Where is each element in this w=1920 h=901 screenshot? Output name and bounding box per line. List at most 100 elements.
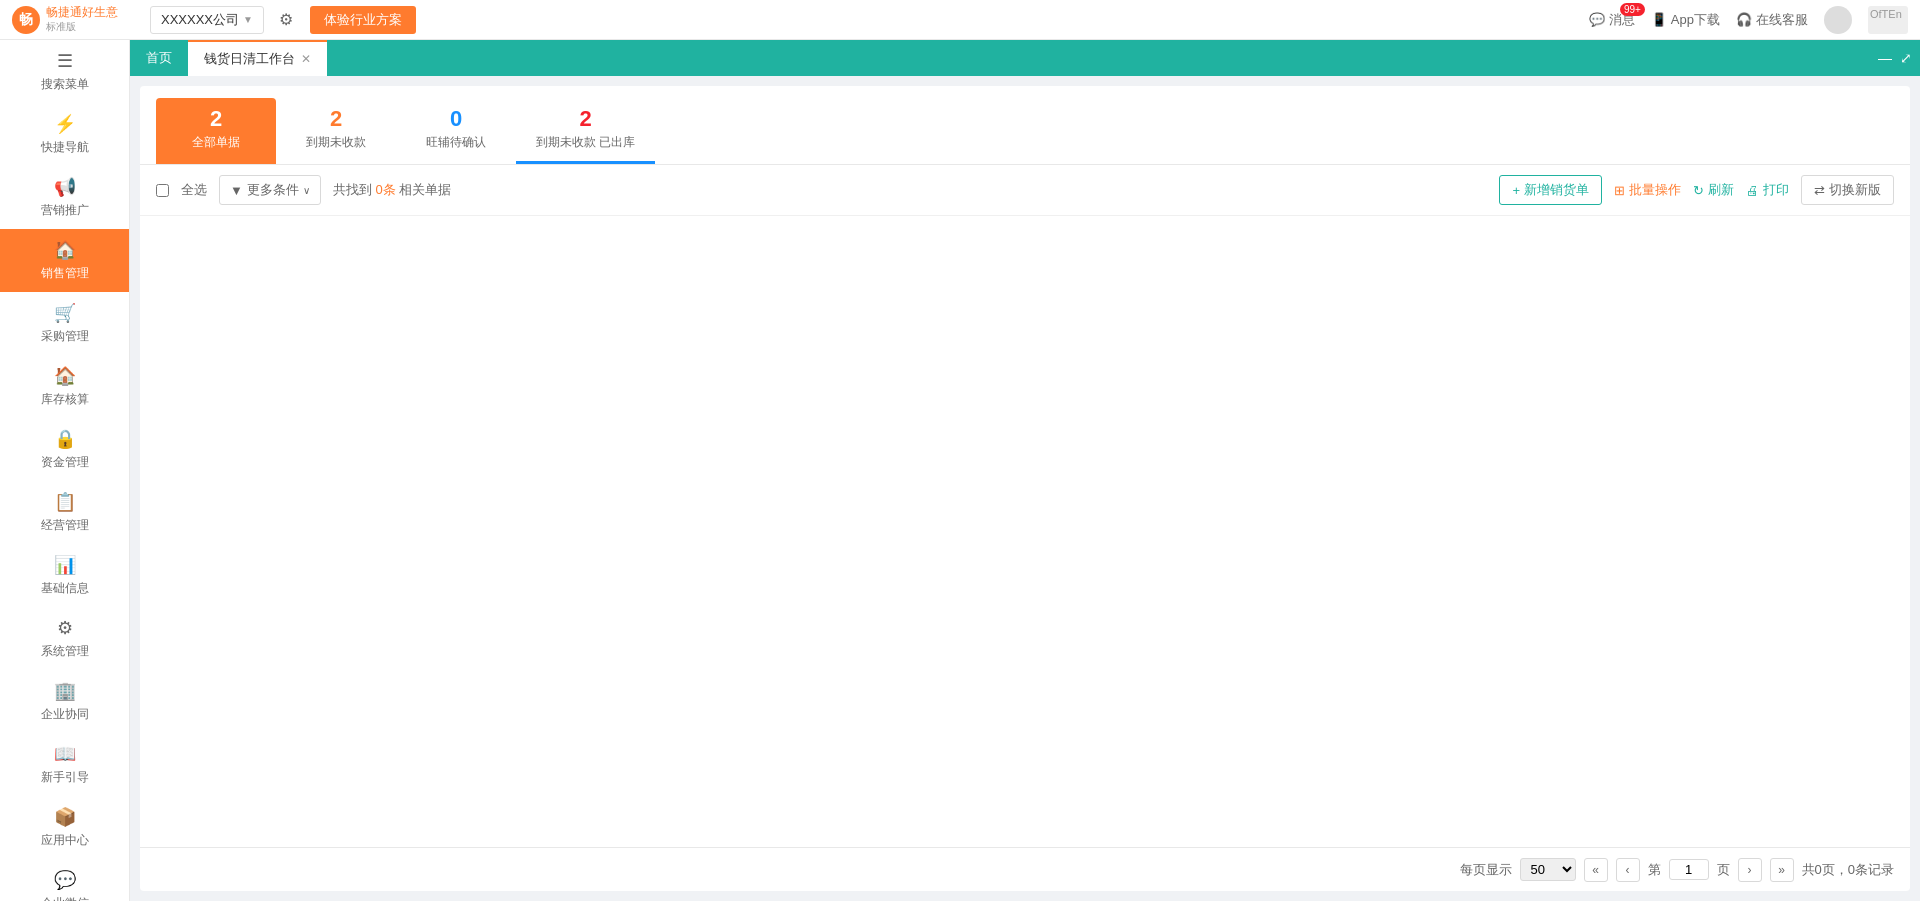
app-download-button[interactable]: 📱 App下载	[1651, 11, 1720, 29]
sidebar-item-purchase[interactable]: 🛒 采购管理	[0, 292, 129, 355]
sidebar-item-basic-info[interactable]: 📊 基础信息	[0, 544, 129, 607]
next-icon: ›	[1748, 863, 1752, 877]
sidebar-item-app-center[interactable]: 📦 应用中心	[0, 796, 129, 859]
sidebar-label-basic-info: 基础信息	[41, 580, 89, 597]
tab-actions: — ⤢	[1878, 50, 1920, 66]
messages-button[interactable]: 💬 消息 99+	[1589, 11, 1635, 29]
switch-icon: ⇄	[1814, 183, 1825, 198]
refresh-button[interactable]: ↻ 刷新	[1693, 181, 1734, 199]
sidebar-label-guide: 新手引导	[41, 769, 89, 786]
tab-cashflow[interactable]: 钱货日清工作台 ✕	[188, 40, 327, 76]
download-icon: 📱	[1651, 12, 1667, 27]
tab-close-icon[interactable]: ✕	[301, 52, 311, 66]
sidebar-item-sales[interactable]: 🏠 销售管理	[0, 229, 129, 292]
prev-page-button[interactable]: ‹	[1616, 858, 1640, 882]
sidebar-item-search[interactable]: ☰ 搜索菜单	[0, 40, 129, 103]
guide-icon: 📖	[54, 743, 76, 765]
sidebar-label-weixin: 企业微信	[41, 895, 89, 901]
stat-tab-all[interactable]: 2 全部单据	[156, 98, 276, 164]
sidebar-item-guide[interactable]: 📖 新手引导	[0, 733, 129, 796]
nav-tabs-bar: 首页 钱货日清工作台 ✕ — ⤢	[130, 40, 1920, 76]
purchase-icon: 🛒	[54, 302, 76, 324]
sidebar-item-finance[interactable]: 🔒 资金管理	[0, 418, 129, 481]
per-page-label: 每页显示	[1460, 861, 1512, 879]
minimize-icon[interactable]: —	[1878, 50, 1892, 66]
first-page-icon: «	[1592, 863, 1599, 877]
top-header: 畅 畅捷通好生意 标准版 XXXXXX公司 ▼ ⚙ 体验行业方案 💬 消息 99…	[0, 0, 1920, 40]
logo-text: 畅捷通好生意	[46, 5, 118, 21]
filter-label: 更多条件	[247, 181, 299, 199]
maximize-icon[interactable]: ⤢	[1900, 50, 1912, 66]
logo-area: 畅 畅捷通好生意 标准版	[12, 5, 142, 35]
sidebar-item-quick-nav[interactable]: ⚡ 快捷导航	[0, 103, 129, 166]
avatar[interactable]	[1824, 6, 1852, 34]
found-count: 0条	[376, 182, 396, 197]
batch-button[interactable]: ⊞ 批量操作	[1614, 181, 1681, 199]
company-name: XXXXXX公司	[161, 11, 239, 29]
print-icon: 🖨	[1746, 183, 1759, 198]
found-text: 共找到 0条 相关单据	[333, 181, 451, 199]
sidebar-item-operations[interactable]: 📋 经营管理	[0, 481, 129, 544]
gear-icon: ⚙	[279, 10, 293, 29]
content-area: 2 全部单据 2 到期未收款 0 旺辅待确认 2 到期未收款 已出库 全选 ▼ …	[140, 86, 1910, 891]
operations-icon: 📋	[54, 491, 76, 513]
add-sales-label: 新增销货单	[1524, 181, 1589, 199]
filter-button[interactable]: ▼ 更多条件 ∨	[219, 175, 321, 205]
first-page-button[interactable]: «	[1584, 858, 1608, 882]
search-icon: ☰	[57, 50, 73, 72]
stat-num-shipped: 2	[536, 106, 635, 132]
sidebar: ☰ 搜索菜单 ⚡ 快捷导航 📢 营销推广 🏠 销售管理 🛒 采购管理 🏠 库存核…	[0, 40, 130, 901]
toolbar-right: + 新增销货单 ⊞ 批量操作 ↻ 刷新 🖨 打印 ⇄ 切换新版	[1499, 175, 1894, 205]
stat-num-all: 2	[176, 106, 256, 132]
last-page-icon: »	[1778, 863, 1785, 877]
sidebar-item-system[interactable]: ⚙ 系统管理	[0, 607, 129, 670]
filter-icon: ▼	[230, 183, 243, 198]
company-selector[interactable]: XXXXXX公司 ▼	[150, 6, 264, 34]
sidebar-label-app-center: 应用中心	[41, 832, 89, 849]
tab-cashflow-label: 钱货日清工作台	[204, 50, 295, 68]
sidebar-label-operations: 经营管理	[41, 517, 89, 534]
sidebar-label-search: 搜索菜单	[41, 76, 89, 93]
per-page-select[interactable]: 50 100 200	[1520, 858, 1576, 881]
stat-tab-wangwang[interactable]: 0 旺辅待确认	[396, 98, 516, 164]
add-sales-button[interactable]: + 新增销货单	[1499, 175, 1602, 205]
plus-icon: +	[1512, 183, 1520, 198]
page-input[interactable]	[1669, 859, 1709, 880]
pagination-bar: 每页显示 50 100 200 « ‹ 第 页 › » 共0页，0条记录	[140, 847, 1910, 891]
batch-icon: ⊞	[1614, 183, 1625, 198]
settings-button[interactable]: ⚙	[272, 6, 300, 34]
sidebar-item-enterprise[interactable]: 🏢 企业协同	[0, 670, 129, 733]
inventory-icon: 🏠	[54, 365, 76, 387]
stats-tabs: 2 全部单据 2 到期未收款 0 旺辅待确认 2 到期未收款 已出库	[140, 86, 1910, 165]
finance-icon: 🔒	[54, 428, 76, 450]
sidebar-label-purchase: 采购管理	[41, 328, 89, 345]
weixin-icon: 💬	[54, 869, 76, 891]
chevron-down-icon: ▼	[243, 14, 253, 25]
sidebar-item-marketing[interactable]: 📢 营销推广	[0, 166, 129, 229]
stat-tab-overdue[interactable]: 2 到期未收款	[276, 98, 396, 164]
switch-version-button[interactable]: ⇄ 切换新版	[1801, 175, 1894, 205]
trial-button[interactable]: 体验行业方案	[310, 6, 416, 34]
page-label: 第	[1648, 861, 1661, 879]
prev-icon: ‹	[1626, 863, 1630, 877]
last-page-button[interactable]: »	[1770, 858, 1794, 882]
sidebar-item-inventory[interactable]: 🏠 库存核算	[0, 355, 129, 418]
stat-label-wangwang: 旺辅待确认	[416, 134, 496, 151]
stat-tab-shipped[interactable]: 2 到期未收款 已出库	[516, 98, 655, 164]
main-content: 2 全部单据 2 到期未收款 0 旺辅待确认 2 到期未收款 已出库 全选 ▼ …	[130, 76, 1920, 901]
next-page-button[interactable]: ›	[1738, 858, 1762, 882]
chevron-down-icon: ∨	[303, 185, 310, 196]
total-text: 共0页，0条记录	[1802, 861, 1894, 879]
page-label-end: 页	[1717, 861, 1730, 879]
table-area	[140, 216, 1910, 847]
online-service-button[interactable]: 🎧 在线客服	[1736, 11, 1808, 29]
print-button[interactable]: 🖨 打印	[1746, 181, 1789, 199]
sidebar-item-weixin[interactable]: 💬 企业微信	[0, 859, 129, 901]
marketing-icon: 📢	[54, 176, 76, 198]
sidebar-label-enterprise: 企业协同	[41, 706, 89, 723]
toolbar: 全选 ▼ 更多条件 ∨ 共找到 0条 相关单据 + 新增销货单 ⊞ 批量操作	[140, 165, 1910, 216]
select-all-checkbox[interactable]	[156, 184, 169, 197]
app-download-label: App下载	[1671, 11, 1720, 29]
user-name: OfTEn	[1868, 6, 1908, 34]
tab-home[interactable]: 首页	[130, 40, 188, 76]
